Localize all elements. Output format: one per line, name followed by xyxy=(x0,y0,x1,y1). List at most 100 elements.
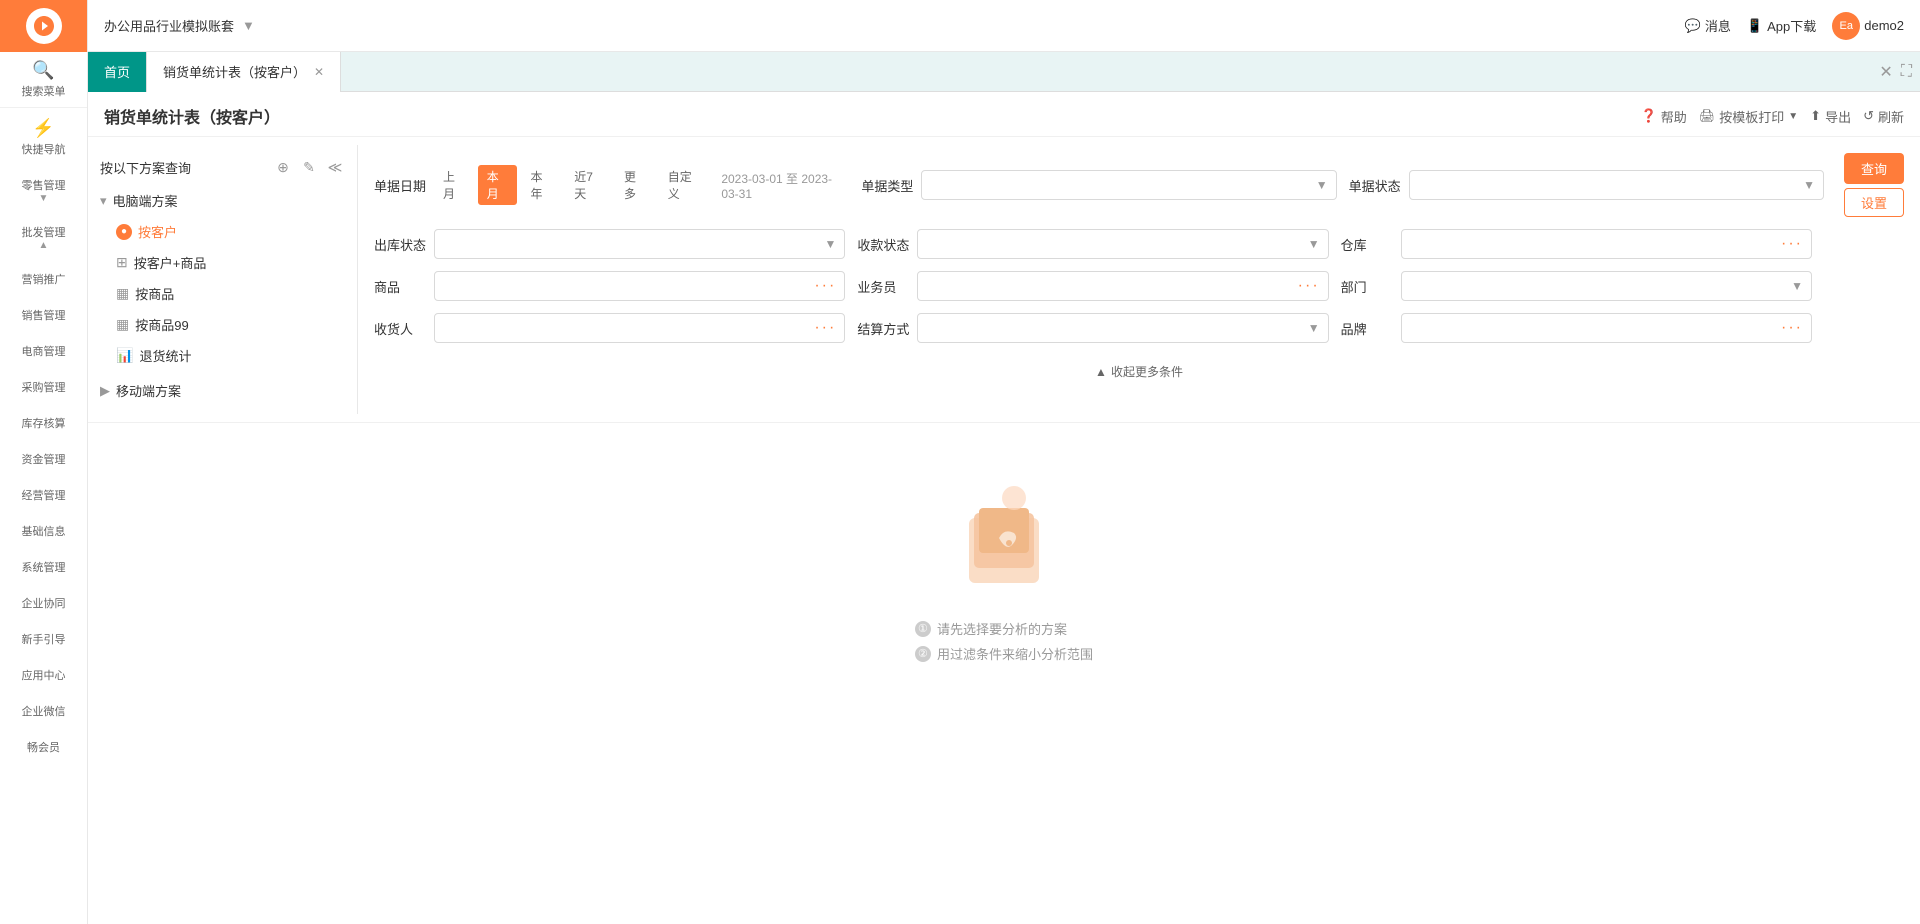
app-download-label: App下载 xyxy=(1767,16,1816,35)
print-label: 按模板打印 xyxy=(1719,107,1784,126)
filter-item-receiver: 收货人 ··· xyxy=(374,313,845,343)
header-right: 💬 消息 📱 App下载 Ea demo2 xyxy=(1685,12,1904,40)
date-pill-this-month[interactable]: 本月 xyxy=(478,165,518,205)
scheme-item-by-customer[interactable]: ● 按客户 xyxy=(88,216,357,247)
date-pill-last-7[interactable]: 近7天 xyxy=(565,165,611,205)
receiver-input[interactable]: ··· xyxy=(434,313,845,343)
sidebar-item-wholesale[interactable]: 批发管理 ▲ xyxy=(0,214,87,261)
app-download-btn[interactable]: 📱 App下载 xyxy=(1747,16,1816,35)
scheme-item-by-customer-goods[interactable]: ⊞ 按客户+商品 xyxy=(88,247,357,278)
scheme-group-desktop-header[interactable]: ▾ 电脑端方案 xyxy=(88,185,357,216)
sidebar-item-marketing[interactable]: 营销推广 xyxy=(0,261,87,297)
print-btn[interactable]: 🖨 按模板打印 ▼ xyxy=(1699,107,1798,126)
scheme-group-mobile-header[interactable]: ▶ 移动端方案 xyxy=(88,375,357,406)
order-status-select[interactable]: ▼ xyxy=(1409,170,1824,200)
tab-maximize-btn[interactable]: ⛶ xyxy=(1901,63,1912,81)
date-pill-this-year[interactable]: 本年 xyxy=(521,165,561,205)
sidebar-item-retail[interactable]: 零售管理 ▼ xyxy=(0,167,87,214)
collection-status-label: 收款状态 xyxy=(857,235,909,254)
settings-btn[interactable]: 设置 xyxy=(1844,188,1904,217)
sidebar-item-label: 畅会员 xyxy=(27,739,60,755)
help-icon: ❓ xyxy=(1641,108,1657,124)
add-scheme-btn[interactable]: ⊕ xyxy=(273,157,293,177)
sidebar-item-enterprise-wechat[interactable]: 企业微信 xyxy=(0,693,87,729)
date-pill-last-month[interactable]: 上月 xyxy=(434,165,474,205)
filter-item-department: 部门 ▼ xyxy=(1341,271,1812,301)
filter-row-date: 单据日期 上月 本月 本年 近7天 xyxy=(374,153,1904,217)
collection-status-select[interactable]: ▼ xyxy=(917,229,1328,259)
quick-nav-icon: ⚡ xyxy=(32,118,54,139)
filter-row-4: 收货人 ··· 结算方式 ▼ 品牌 xyxy=(374,313,1904,343)
refresh-btn[interactable]: ↺ 刷新 xyxy=(1863,107,1904,126)
scheme-panel-title: 按以下方案查询 xyxy=(100,158,191,177)
sidebar-item-label: 营销推广 xyxy=(22,271,66,287)
sidebar-item-inventory[interactable]: 库存核算 xyxy=(0,405,87,441)
sidebar-item-quick-nav[interactable]: ⚡ 快捷导航 xyxy=(0,108,87,167)
tab-home[interactable]: 首页 xyxy=(88,52,147,92)
export-label: 导出 xyxy=(1825,107,1851,126)
sidebar-item-app-center[interactable]: 应用中心 xyxy=(0,657,87,693)
date-pill-more[interactable]: 更多 xyxy=(615,165,655,205)
tab-close-icon[interactable]: ✕ xyxy=(314,65,324,79)
tab-sales-stats[interactable]: 销货单统计表（按客户） ✕ xyxy=(147,52,341,92)
user-name: demo2 xyxy=(1864,18,1904,33)
scheme-item-by-goods[interactable]: ▦ 按商品 xyxy=(88,278,357,309)
empty-tip-2: ② 用过滤条件来缩小分析范围 xyxy=(915,644,1093,663)
sidebar-item-sales[interactable]: 销售管理 xyxy=(0,297,87,333)
out-status-select[interactable]: ▼ xyxy=(434,229,845,259)
export-btn[interactable]: ⬆ 导出 xyxy=(1810,107,1851,126)
collapse-scheme-btn[interactable]: ≪ xyxy=(325,157,345,177)
sidebar-item-finance[interactable]: 资金管理 xyxy=(0,441,87,477)
help-btn[interactable]: ❓ 帮助 xyxy=(1641,107,1687,126)
sidebar-item-membership[interactable]: 畅会员 xyxy=(0,729,87,765)
date-label: 单据日期 xyxy=(374,176,426,195)
help-label: 帮助 xyxy=(1661,107,1687,126)
sidebar-item-enterprise[interactable]: 企业协同 xyxy=(0,585,87,621)
date-pill-custom[interactable]: 自定义 xyxy=(659,165,710,205)
query-buttons: 查询 设置 xyxy=(1844,153,1904,217)
tab-close-btn[interactable]: ✕ xyxy=(1879,62,1892,82)
scheme-group-desktop: ▾ 电脑端方案 ● 按客户 ⊞ 按客户+商品 ▦ 按商品 xyxy=(88,185,357,371)
breadcrumb-dropdown-icon[interactable]: ▼ xyxy=(242,18,255,33)
query-btn[interactable]: 查询 xyxy=(1844,153,1904,184)
sidebar-item-search-menu[interactable]: 🔍 搜索菜单 xyxy=(0,52,87,108)
sidebar-item-basic-info[interactable]: 基础信息 xyxy=(0,513,87,549)
brand-dots-icon: ··· xyxy=(1781,319,1803,337)
logo-icon xyxy=(26,8,62,44)
sidebar-item-label: 快捷导航 xyxy=(22,141,66,157)
scheme-item-return-stats[interactable]: 📊 退货统计 xyxy=(88,340,357,371)
sidebar-item-onboarding[interactable]: 新手引导 xyxy=(0,621,87,657)
sidebar-item-label: 批发管理 xyxy=(22,224,66,240)
scheme-item-by-goods-99[interactable]: ▦ 按商品99 xyxy=(88,309,357,340)
tabs-right: ✕ ⛶ xyxy=(1879,62,1920,82)
order-type-select[interactable]: ▼ xyxy=(921,170,1336,200)
settlement-select[interactable]: ▼ xyxy=(917,313,1328,343)
brand-input[interactable]: ··· xyxy=(1401,313,1812,343)
scheme-panel: 按以下方案查询 ⊕ ✎ ≪ xyxy=(88,145,358,414)
sidebar-item-system[interactable]: 系统管理 xyxy=(0,549,87,585)
salesman-input[interactable]: ··· xyxy=(917,271,1328,301)
table-icon: ▦ xyxy=(116,285,129,302)
sidebar-item-operations[interactable]: 经营管理 xyxy=(0,477,87,513)
refresh-label: 刷新 xyxy=(1878,107,1904,126)
collapse-btn[interactable]: ▲ 收起更多条件 xyxy=(1095,363,1183,380)
edit-scheme-btn[interactable]: ✎ xyxy=(299,157,319,177)
page-title: 销货单统计表（按客户） xyxy=(104,104,280,128)
expand-icon: ▼ xyxy=(39,193,49,204)
sidebar-item-purchase[interactable]: 采购管理 xyxy=(0,369,87,405)
order-type-label: 单据类型 xyxy=(861,176,913,195)
sidebar-item-label: 企业协同 xyxy=(22,595,66,611)
scheme-group-mobile-label: 移动端方案 xyxy=(116,381,181,400)
avatar-initials: Ea xyxy=(1840,20,1853,32)
sidebar: 🔍 搜索菜单 ⚡ 快捷导航 零售管理 ▼ 批发管理 ▲ 营销推广 销售管理 电商… xyxy=(0,0,88,924)
user-profile[interactable]: Ea demo2 xyxy=(1832,12,1904,40)
empty-tip-1-text: 请先选择要分析的方案 xyxy=(937,619,1067,638)
goods-input[interactable]: ··· xyxy=(434,271,845,301)
department-select[interactable]: ▼ xyxy=(1401,271,1812,301)
message-btn[interactable]: 💬 消息 xyxy=(1685,16,1731,35)
tip-num-2: ② xyxy=(915,646,931,662)
out-status-label: 出库状态 xyxy=(374,235,426,254)
warehouse-input[interactable]: ··· xyxy=(1401,229,1812,259)
date-filter: 单据日期 上月 本月 本年 近7天 xyxy=(374,165,849,205)
sidebar-item-ecommerce[interactable]: 电商管理 xyxy=(0,333,87,369)
